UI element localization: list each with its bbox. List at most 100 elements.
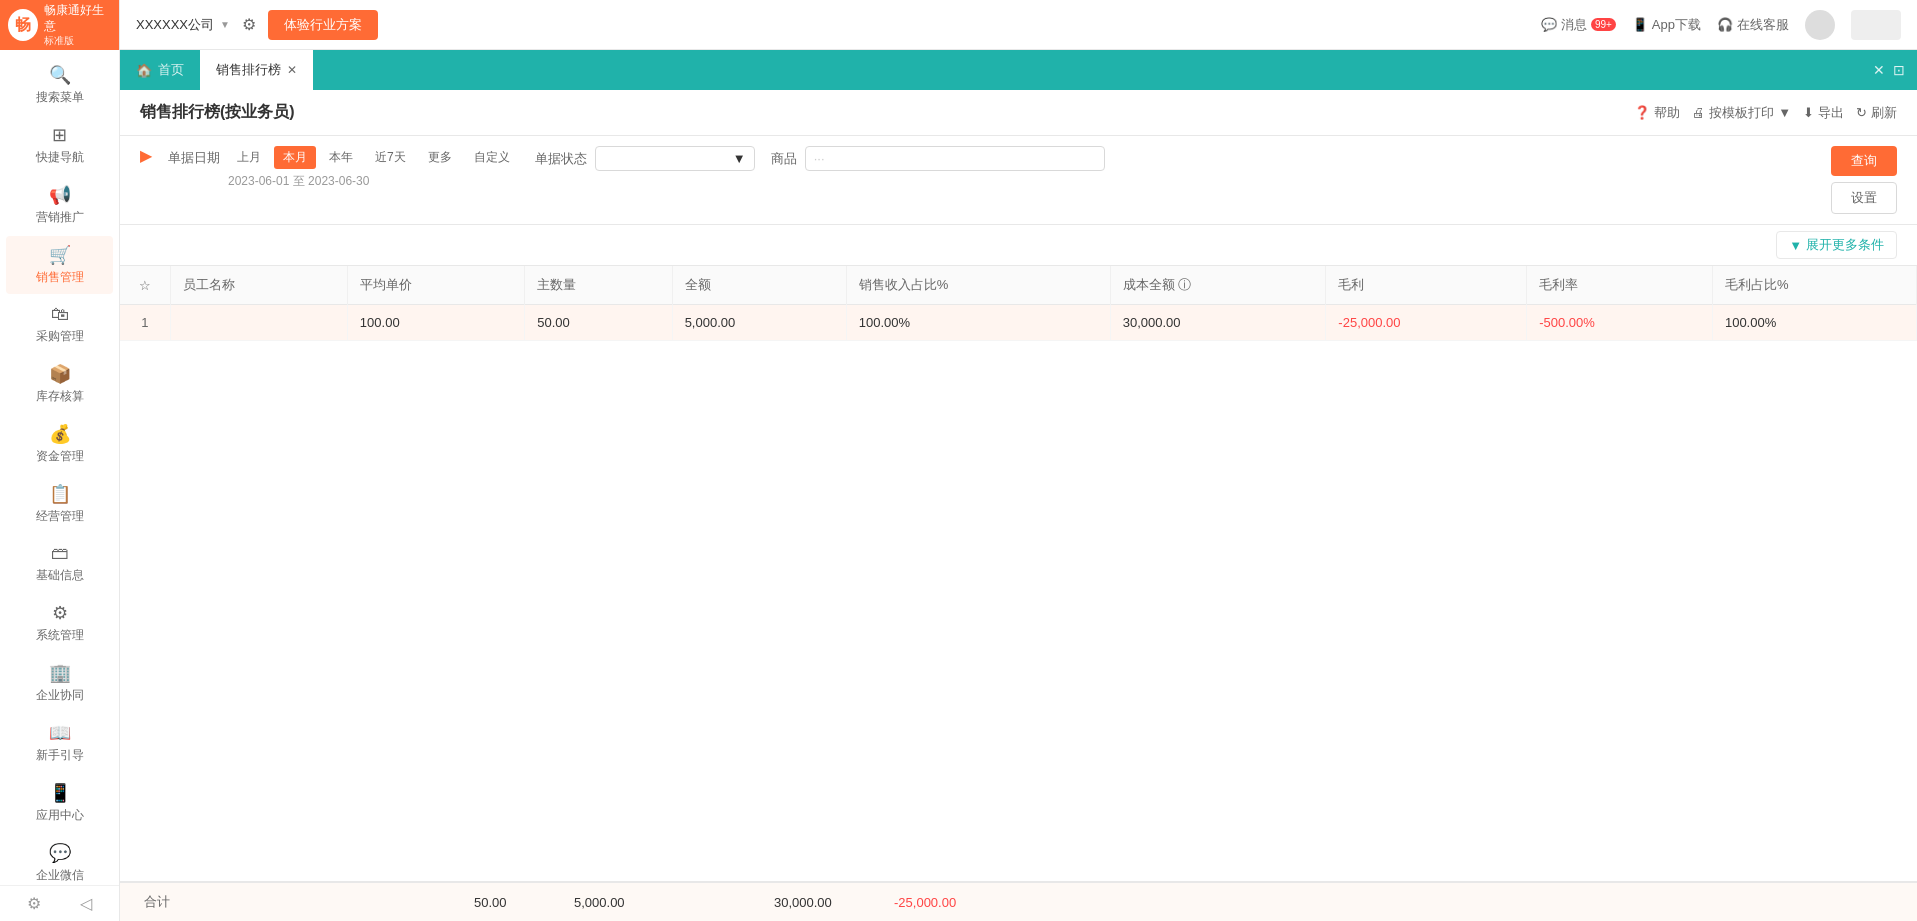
date-tab-this-year[interactable]: 本年: [320, 146, 362, 169]
sidebar-item-app-center[interactable]: 📱 应用中心: [6, 774, 113, 832]
logo-title: 畅康通好生意: [44, 3, 111, 34]
refresh-label: 刷新: [1871, 104, 1897, 122]
goods-filter-group: 商品 ···: [771, 146, 1105, 171]
close-window-icon[interactable]: ✕: [1873, 62, 1885, 78]
sidebar-item-wechat[interactable]: 💬 企业微信: [6, 834, 113, 885]
tab-home-label: 首页: [158, 61, 184, 79]
book-icon: 📖: [49, 722, 71, 744]
app-download-label: App下载: [1652, 16, 1701, 34]
sidebar-item-label: 营销推广: [36, 209, 84, 226]
data-table-container: ☆ 员工名称 平均单价 主数量 全额 销售收入占比% 成本全额 ⓘ 毛利 毛利率…: [120, 266, 1917, 881]
cart-icon: 🛒: [49, 244, 71, 266]
tab-home[interactable]: 🏠 首页: [120, 50, 200, 90]
expand-conditions-button[interactable]: ▼ 展开更多条件: [1776, 231, 1897, 259]
col-sales-pct: 销售收入占比%: [846, 266, 1110, 305]
headset-icon: 🎧: [1717, 17, 1733, 32]
date-tab-this-month[interactable]: 本月: [274, 146, 316, 169]
tab-sales-ranking[interactable]: 销售排行榜 ✕: [200, 50, 313, 90]
sidebar-item-purchase[interactable]: 🛍 采购管理: [6, 296, 113, 353]
trial-button[interactable]: 体验行业方案: [268, 10, 378, 40]
col-amount: 全额: [672, 266, 846, 305]
sidebar-item-search[interactable]: 🔍 搜索菜单: [6, 56, 113, 114]
avatar[interactable]: [1805, 10, 1835, 40]
template-print-button[interactable]: 🖨 按模板打印 ▼: [1692, 104, 1791, 122]
chevron-down-icon: ▼: [733, 151, 746, 166]
sidebar-item-marketing[interactable]: 📢 营销推广: [6, 176, 113, 234]
goods-input[interactable]: ···: [805, 146, 1105, 171]
clipboard-icon: 📋: [49, 483, 71, 505]
settings-button[interactable]: 设置: [1831, 182, 1897, 214]
cell-rank: 1: [120, 305, 170, 341]
col-qty: 主数量: [525, 266, 672, 305]
filter-expand-arrow[interactable]: ▶: [140, 146, 152, 165]
right-actions: 查询 设置: [1831, 146, 1897, 214]
col-gross: 毛利: [1326, 266, 1527, 305]
tab-close-icon[interactable]: ✕: [287, 63, 297, 77]
date-tab-more[interactable]: 更多: [419, 146, 461, 169]
help-button[interactable]: ❓ 帮助: [1634, 104, 1680, 122]
message-label: 消息: [1561, 16, 1587, 34]
table-header: ☆ 员工名称 平均单价 主数量 全额 销售收入占比% 成本全额 ⓘ 毛利 毛利率…: [120, 266, 1917, 305]
logo-sub: 标准版: [44, 34, 111, 47]
export-button[interactable]: ⬇ 导出: [1803, 104, 1844, 122]
page-title: 销售排行榜(按业务员): [140, 102, 295, 135]
sidebar-item-basic[interactable]: 🗃 基础信息: [6, 535, 113, 592]
settings-footer-btn[interactable]: ⚙: [27, 894, 41, 913]
date-tab-7days[interactable]: 近7天: [366, 146, 415, 169]
expand-label: 展开更多条件: [1806, 236, 1884, 254]
cell-qty: 50.00: [525, 305, 672, 341]
date-tabs: 上月 本月 本年 近7天 更多 自定义: [228, 146, 519, 169]
sidebar-item-label: 新手引导: [36, 747, 84, 764]
search-icon: 🔍: [49, 64, 71, 86]
chevron-down-icon: ▼: [1789, 238, 1802, 253]
company-selector[interactable]: XXXXXX公司 ▼: [136, 16, 230, 34]
export-label: 导出: [1818, 104, 1844, 122]
query-button[interactable]: 查询: [1831, 146, 1897, 176]
logo-icon: 畅: [8, 9, 38, 41]
status-select[interactable]: ▼: [595, 146, 755, 171]
export-icon: ⬇: [1803, 105, 1814, 120]
grid-icon: ⊞: [52, 124, 67, 146]
date-filter-group: 单据日期 上月 本月 本年 近7天 更多 自定义 2023-06-01 至 20…: [168, 146, 519, 190]
sidebar-item-label: 销售管理: [36, 269, 84, 286]
settings-icon[interactable]: ⚙: [242, 15, 256, 34]
mobile-icon: 📱: [49, 782, 71, 804]
sidebar-item-label: 库存核算: [36, 388, 84, 405]
sidebar-item-label: 资金管理: [36, 448, 84, 465]
footer-label: 合计: [132, 893, 362, 911]
sidebar-item-enterprise[interactable]: 🏢 企业协同: [6, 654, 113, 712]
refresh-icon: ↻: [1856, 105, 1867, 120]
sidebar-item-operations[interactable]: 📋 经营管理: [6, 475, 113, 533]
collapse-sidebar-btn[interactable]: ◁: [80, 894, 92, 913]
date-tab-custom[interactable]: 自定义: [465, 146, 519, 169]
help-label: 帮助: [1654, 104, 1680, 122]
table-footer: 合计 50.00 5,000.00 30,000.00 -25,000.00: [120, 881, 1917, 921]
message-button[interactable]: 💬 消息 99+: [1541, 16, 1616, 34]
sidebar-item-quick-nav[interactable]: ⊞ 快捷导航: [6, 116, 113, 174]
message-badge: 99+: [1591, 18, 1616, 31]
home-icon: 🏠: [136, 63, 152, 78]
sidebar-item-label: 经营管理: [36, 508, 84, 525]
sidebar-item-system[interactable]: ⚙ 系统管理: [6, 594, 113, 652]
cell-avg-price: 100.00: [347, 305, 524, 341]
building-icon: 🏢: [49, 662, 71, 684]
restore-window-icon[interactable]: ⊡: [1893, 62, 1905, 78]
sidebar-item-finance[interactable]: 💰 资金管理: [6, 415, 113, 473]
cell-gross: -25,000.00: [1326, 305, 1527, 341]
tab-sales-ranking-label: 销售排行榜: [216, 61, 281, 79]
data-table: ☆ 员工名称 平均单价 主数量 全额 销售收入占比% 成本全额 ⓘ 毛利 毛利率…: [120, 266, 1917, 341]
app-download-button[interactable]: 📱 App下载: [1632, 16, 1701, 34]
sidebar-item-inventory[interactable]: 📦 库存核算: [6, 355, 113, 413]
user-name[interactable]: [1851, 10, 1901, 40]
online-service-button[interactable]: 🎧 在线客服: [1717, 16, 1789, 34]
date-tab-last-month[interactable]: 上月: [228, 146, 270, 169]
footer-cost: 30,000.00: [762, 895, 882, 910]
sidebar-item-guide[interactable]: 📖 新手引导: [6, 714, 113, 772]
col-gross-rate: 毛利率: [1527, 266, 1713, 305]
topbar-right: 💬 消息 99+ 📱 App下载 🎧 在线客服: [1541, 10, 1901, 40]
print-icon: 🖨: [1692, 105, 1705, 120]
refresh-button[interactable]: ↻ 刷新: [1856, 104, 1897, 122]
expand-conditions-bar: ▼ 展开更多条件: [120, 225, 1917, 266]
sidebar-item-sales[interactable]: 🛒 销售管理: [6, 236, 113, 294]
bag-icon: 🛍: [51, 304, 69, 325]
